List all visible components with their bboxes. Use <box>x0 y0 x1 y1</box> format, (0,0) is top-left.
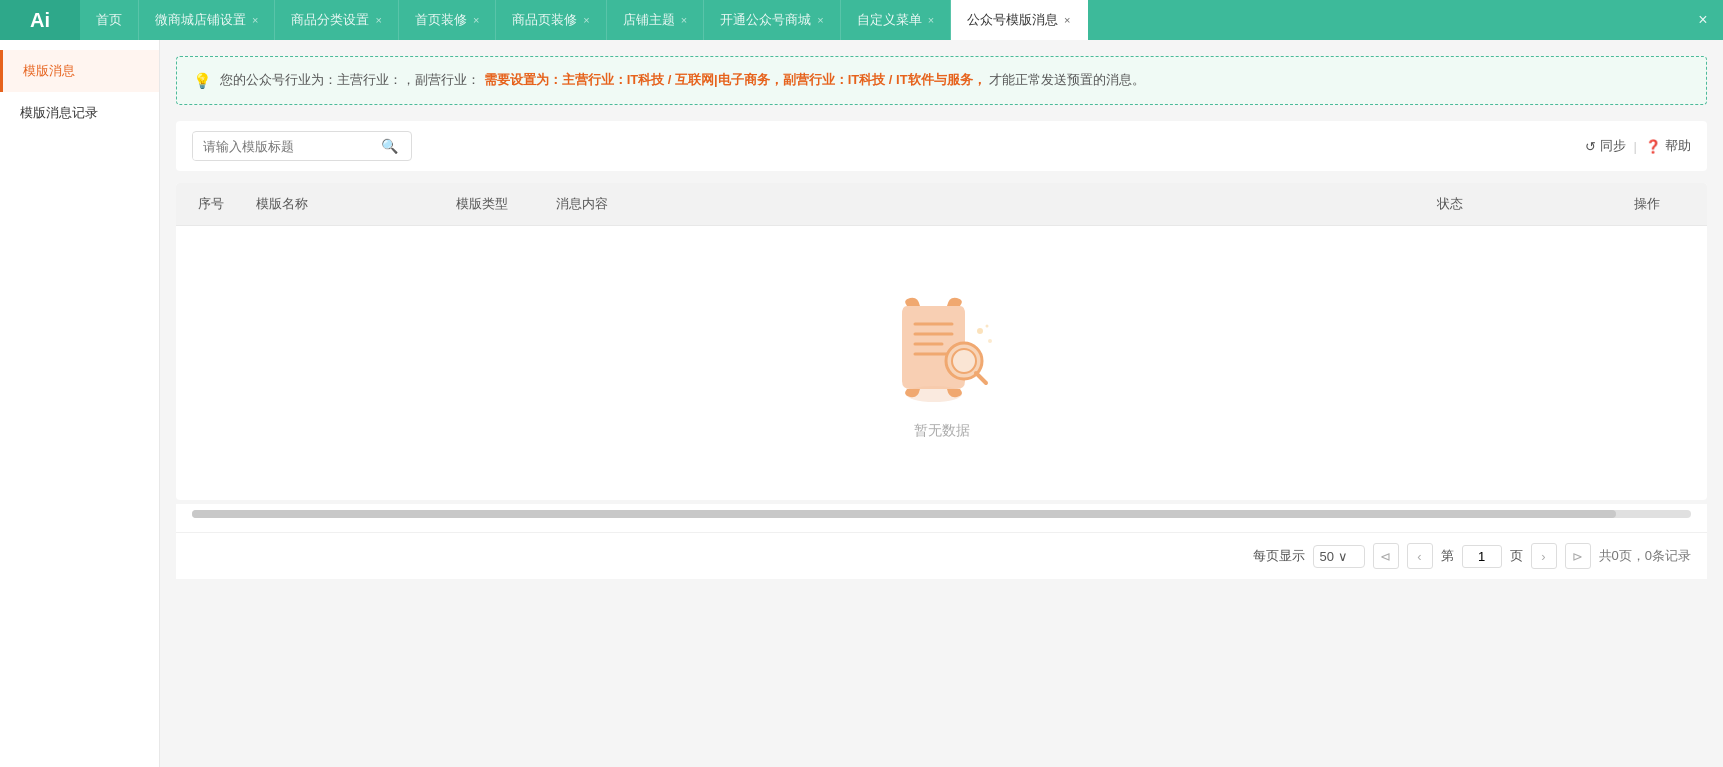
svg-point-6 <box>952 349 976 373</box>
total-info: 共0页，0条记录 <box>1599 547 1691 565</box>
search-button[interactable]: 🔍 <box>373 132 406 160</box>
table-header: 序号 模版名称 模版类型 消息内容 状态 操作 <box>176 183 1707 226</box>
top-navigation: Ai 首页微商城店铺设置×商品分类设置×首页装修×商品页装修×店铺主题×开通公众… <box>0 0 1723 40</box>
svg-line-7 <box>976 373 986 383</box>
scrollbar-area <box>176 504 1707 532</box>
close-all-button[interactable]: × <box>1683 0 1723 40</box>
nav-tab-shop-theme[interactable]: 店铺主题× <box>607 0 704 40</box>
nav-tab-product-decor[interactable]: 商品页装修× <box>496 0 606 40</box>
sync-label: 同步 <box>1600 137 1626 155</box>
toolbar-right: ↺ 同步 | ❓ 帮助 <box>1585 137 1691 155</box>
banner-suffix: 才能正常发送预置的消息。 <box>989 72 1145 87</box>
help-label: 帮助 <box>1665 137 1691 155</box>
col-header-action: 操作 <box>1587 183 1707 225</box>
close-tab-open-mall[interactable]: × <box>817 14 823 26</box>
page-label: 第 <box>1441 547 1454 565</box>
page-size-select[interactable]: 50 ∨ <box>1313 545 1365 568</box>
nav-tab-open-mall[interactable]: 开通公众号商城× <box>704 0 840 40</box>
app-logo: Ai <box>0 0 80 40</box>
empty-state: 暂无数据 <box>176 226 1707 500</box>
sync-icon: ↺ <box>1585 139 1596 154</box>
close-tab-product-category[interactable]: × <box>375 14 381 26</box>
search-input[interactable] <box>193 133 373 160</box>
sync-button[interactable]: ↺ 同步 <box>1585 137 1626 155</box>
svg-point-8 <box>977 328 983 334</box>
banner-prefix: 您的公众号行业为：主营行业：，副营行业： <box>220 72 480 87</box>
page-size-label: 每页显示 <box>1253 547 1305 565</box>
col-header-name: 模版名称 <box>246 183 446 225</box>
svg-point-10 <box>985 325 988 328</box>
info-banner: 💡 您的公众号行业为：主营行业：，副营行业： 需要设置为：主营行业：IT科技 /… <box>176 56 1707 105</box>
sidebar: 模版消息模版消息记录 <box>0 40 160 767</box>
chevron-down-icon: ∨ <box>1338 549 1348 564</box>
col-header-status: 状态 <box>1427 183 1587 225</box>
col-header-seq: 序号 <box>176 183 246 225</box>
next-page-button[interactable]: › <box>1531 543 1557 569</box>
content-area: 💡 您的公众号行业为：主营行业：，副营行业： 需要设置为：主营行业：IT科技 /… <box>160 40 1723 767</box>
page-suffix: 页 <box>1510 547 1523 565</box>
main-layout: 模版消息模版消息记录 💡 您的公众号行业为：主营行业：，副营行业： 需要设置为：… <box>0 40 1723 767</box>
first-page-button[interactable]: ⊲ <box>1373 543 1399 569</box>
help-button[interactable]: ❓ 帮助 <box>1645 137 1691 155</box>
empty-illustration <box>882 286 1002 406</box>
prev-page-button[interactable]: ‹ <box>1407 543 1433 569</box>
close-tab-custom-menu[interactable]: × <box>928 14 934 26</box>
nav-tab-home-decor[interactable]: 首页装修× <box>399 0 496 40</box>
horizontal-scrollbar[interactable] <box>192 510 1691 518</box>
col-header-content: 消息内容 <box>546 183 1427 225</box>
nav-tab-template-msg[interactable]: 公众号模版消息× <box>951 0 1087 40</box>
help-icon: ❓ <box>1645 139 1661 154</box>
close-tab-template-msg[interactable]: × <box>1064 14 1070 26</box>
current-page-input[interactable] <box>1462 545 1502 568</box>
close-tab-shop-settings[interactable]: × <box>252 14 258 26</box>
data-table: 序号 模版名称 模版类型 消息内容 状态 操作 <box>176 183 1707 500</box>
search-area: 🔍 ↺ 同步 | ❓ 帮助 <box>176 121 1707 171</box>
page-size-value: 50 <box>1320 549 1334 564</box>
bulb-icon: 💡 <box>193 72 212 90</box>
last-page-button[interactable]: ⊳ <box>1565 543 1591 569</box>
nav-tab-custom-menu[interactable]: 自定义菜单× <box>841 0 951 40</box>
banner-text: 您的公众号行业为：主营行业：，副营行业： 需要设置为：主营行业：IT科技 / 互… <box>220 71 1145 89</box>
close-tab-home-decor[interactable]: × <box>473 14 479 26</box>
col-header-type: 模版类型 <box>446 183 546 225</box>
close-tab-shop-theme[interactable]: × <box>681 14 687 26</box>
nav-tabs: 首页微商城店铺设置×商品分类设置×首页装修×商品页装修×店铺主题×开通公众号商城… <box>80 0 1683 40</box>
toolbar-divider: | <box>1634 139 1637 154</box>
nav-tab-product-category[interactable]: 商品分类设置× <box>275 0 398 40</box>
banner-highlight: 需要设置为：主营行业：IT科技 / 互联网|电子商务，副营行业：IT科技 / I… <box>484 72 986 87</box>
nav-tab-shop-settings[interactable]: 微商城店铺设置× <box>139 0 275 40</box>
svg-point-9 <box>988 339 992 343</box>
search-input-wrap: 🔍 <box>192 131 412 161</box>
empty-text: 暂无数据 <box>914 422 970 440</box>
pagination-bar: 每页显示 50 ∨ ⊲ ‹ 第 页 › ⊳ 共0页，0条记录 <box>176 532 1707 579</box>
sidebar-item-template-message[interactable]: 模版消息 <box>0 50 159 92</box>
close-tab-product-decor[interactable]: × <box>583 14 589 26</box>
nav-tab-home[interactable]: 首页 <box>80 0 139 40</box>
sidebar-item-template-record[interactable]: 模版消息记录 <box>0 92 159 134</box>
